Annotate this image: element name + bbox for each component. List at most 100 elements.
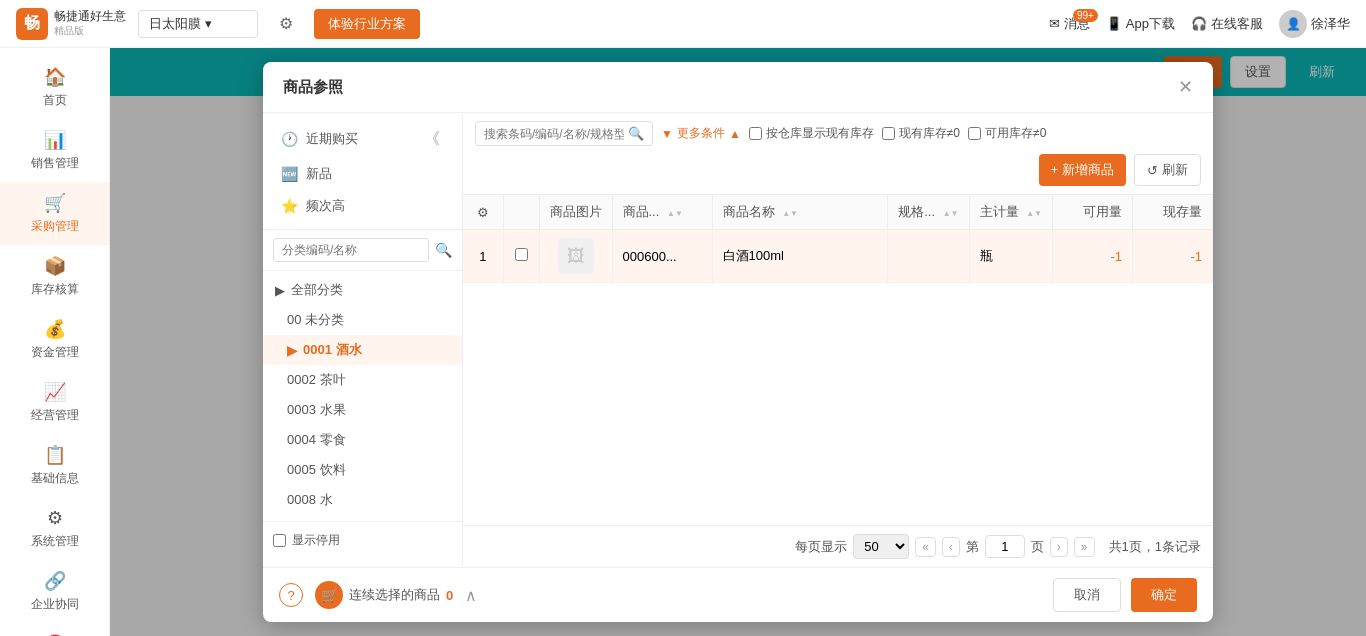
table-row[interactable]: 1 🖼 xyxy=(463,230,1213,283)
filter-label: 更多条件 xyxy=(677,125,725,142)
store-selector[interactable]: 日太阳膜 ▾ xyxy=(138,10,258,38)
modal-left-footer: 显示停用 xyxy=(263,521,462,559)
checkbox-avail-input[interactable] xyxy=(968,127,981,140)
category-tree: ▶ 全部分类 00 未分类 ▶ 0001 酒水 0002 茶 xyxy=(263,271,462,521)
refresh-label: 刷新 xyxy=(1162,161,1188,179)
sidebar-item-collab[interactable]: 🔗 企业协同 xyxy=(0,560,109,623)
row-checkbox-cell[interactable] xyxy=(503,230,539,283)
row-checkbox[interactable] xyxy=(515,248,528,261)
category-search-input[interactable] xyxy=(273,238,429,262)
checkbox-nonzero-input[interactable] xyxy=(882,127,895,140)
checkbox-warehouse-input[interactable] xyxy=(749,127,762,140)
col-avail-header[interactable]: 可用量 xyxy=(1053,195,1133,230)
sidebar-item-basics[interactable]: 📋 基础信息 xyxy=(0,434,109,497)
prev-page-button[interactable]: ‹ xyxy=(942,537,960,557)
category-search: 🔍 xyxy=(263,230,462,271)
modal-backdrop: 商品参照 ✕ 🕐 近期购买 《 � xyxy=(110,48,1366,636)
total-pages-info: 共1页，1条记录 xyxy=(1109,538,1201,556)
inventory-icon: 📦 xyxy=(44,255,66,277)
next-page-button[interactable]: › xyxy=(1050,537,1068,557)
sidebar-label-purchase: 采购管理 xyxy=(31,218,79,235)
help-button[interactable]: ? xyxy=(279,583,303,607)
sidebar-item-guide[interactable]: 🎯 新手引导 xyxy=(0,623,109,636)
checkbox-nonzero-stock[interactable]: 现有库存≠0 xyxy=(882,125,960,142)
category-water-label: 0008 水 xyxy=(287,491,333,509)
col-stock-header[interactable]: 现存量 xyxy=(1133,195,1213,230)
logo-sub: 精品版 xyxy=(54,24,126,38)
finance-icon: 💰 xyxy=(44,318,66,340)
category-uncategorized[interactable]: 00 未分类 xyxy=(263,305,462,335)
checkbox-avail-label: 可用库存≠0 xyxy=(985,125,1046,142)
new-products-nav[interactable]: 🆕 新品 xyxy=(271,159,454,189)
purchase-icon: 🛒 xyxy=(44,192,66,214)
star-icon: ⭐ xyxy=(281,198,298,214)
messages-button[interactable]: ✉ 消息 99+ xyxy=(1049,15,1090,33)
product-reference-modal: 商品参照 ✕ 🕐 近期购买 《 � xyxy=(263,62,1213,622)
user-profile[interactable]: 👤 徐泽华 xyxy=(1279,10,1350,38)
sidebar-item-system[interactable]: ⚙ 系统管理 xyxy=(0,497,109,560)
sidebar-label-inventory: 库存核算 xyxy=(31,281,79,298)
sidebar-item-purchase[interactable]: 🛒 采购管理 xyxy=(0,182,109,245)
chevron-down-icon: ▾ xyxy=(205,16,212,31)
sidebar-item-sales[interactable]: 📊 销售管理 xyxy=(0,119,109,182)
app-download-button[interactable]: 📱 App下载 xyxy=(1106,15,1175,33)
cart-count: 0 xyxy=(446,588,453,603)
experience-button[interactable]: 体验行业方案 xyxy=(314,9,420,39)
col-unit-header[interactable]: 主计量 ▲▼ xyxy=(969,195,1052,230)
frequent-nav[interactable]: ⭐ 频次高 xyxy=(271,191,454,221)
checkbox-nonzero-label: 现有库存≠0 xyxy=(899,125,960,142)
col-name-header[interactable]: 商品名称 ▲▼ xyxy=(712,195,888,230)
col-stock-label: 现存量 xyxy=(1163,204,1202,219)
col-code-header[interactable]: 商品... ▲▼ xyxy=(612,195,712,230)
product-search-input[interactable] xyxy=(484,127,624,141)
show-disabled-input[interactable] xyxy=(273,534,286,547)
show-disabled-checkbox[interactable]: 显示停用 xyxy=(273,532,452,549)
confirm-button[interactable]: 确定 xyxy=(1131,578,1197,612)
filter-icon: ▼ xyxy=(661,127,673,141)
gear-button[interactable]: ⚙ xyxy=(270,8,302,40)
cart-selection: 🛒 连续选择的商品 0 xyxy=(315,581,453,609)
sidebar-item-inventory[interactable]: 📦 库存核算 xyxy=(0,245,109,308)
category-liquor[interactable]: ▶ 0001 酒水 xyxy=(263,335,462,365)
more-filters-button[interactable]: ▼ 更多条件 ▲ xyxy=(661,125,741,142)
checkbox-avail-nonzero[interactable]: 可用库存≠0 xyxy=(968,125,1046,142)
modal-close-button[interactable]: ✕ xyxy=(1178,76,1193,98)
sales-icon: 📊 xyxy=(44,129,66,151)
service-label: 在线客服 xyxy=(1211,15,1263,33)
category-tea[interactable]: 0002 茶叶 xyxy=(263,365,462,395)
modal-title: 商品参照 xyxy=(283,78,343,97)
content-area: 查询 设置 刷新 商品参照 ✕ xyxy=(110,48,1366,636)
add-product-button[interactable]: + 新增商品 xyxy=(1039,154,1126,186)
footer-collapse-icon[interactable]: ∧ xyxy=(465,586,477,605)
category-snacks[interactable]: 0004 零食 xyxy=(263,425,462,455)
product-image: 🖼 xyxy=(558,238,594,274)
collapse-icon[interactable]: 《 xyxy=(420,127,444,151)
recent-purchase-nav[interactable]: 🕐 近期购买 《 xyxy=(271,121,454,157)
table-header-row: ⚙ 商品图片 商品... ▲▼ xyxy=(463,195,1213,230)
help-icon: ? xyxy=(287,588,294,603)
category-water[interactable]: 0008 水 xyxy=(263,485,462,515)
sidebar-item-home[interactable]: 🏠 首页 xyxy=(0,56,109,119)
sidebar-item-finance[interactable]: 💰 资金管理 xyxy=(0,308,109,371)
modal-header: 商品参照 ✕ xyxy=(263,62,1213,113)
modal-body: 🕐 近期购买 《 🆕 新品 ⭐ 频次高 xyxy=(263,113,1213,567)
first-page-button[interactable]: « xyxy=(915,537,936,557)
last-page-button[interactable]: » xyxy=(1074,537,1095,557)
category-tea-label: 0002 茶叶 xyxy=(287,371,346,389)
per-page-select[interactable]: 20 50 100 xyxy=(853,534,909,559)
business-icon: 📈 xyxy=(44,381,66,403)
sidebar-item-business[interactable]: 📈 经营管理 xyxy=(0,371,109,434)
service-button[interactable]: 🎧 在线客服 xyxy=(1191,15,1263,33)
col-checkbox xyxy=(503,195,539,230)
current-page-input[interactable] xyxy=(985,535,1025,558)
refresh-table-button[interactable]: ↺ 刷新 xyxy=(1134,154,1201,186)
col-spec-header[interactable]: 规格... ▲▼ xyxy=(888,195,969,230)
checkbox-warehouse-stock[interactable]: 按仓库显示现有库存 xyxy=(749,125,874,142)
category-all[interactable]: ▶ 全部分类 xyxy=(263,275,462,305)
category-snacks-label: 0004 零食 xyxy=(287,431,346,449)
cancel-button[interactable]: 取消 xyxy=(1053,578,1121,612)
headset-icon: 🎧 xyxy=(1191,16,1207,31)
category-drinks[interactable]: 0005 饮料 xyxy=(263,455,462,485)
category-search-icon[interactable]: 🔍 xyxy=(435,242,452,258)
category-fruit[interactable]: 0003 水果 xyxy=(263,395,462,425)
